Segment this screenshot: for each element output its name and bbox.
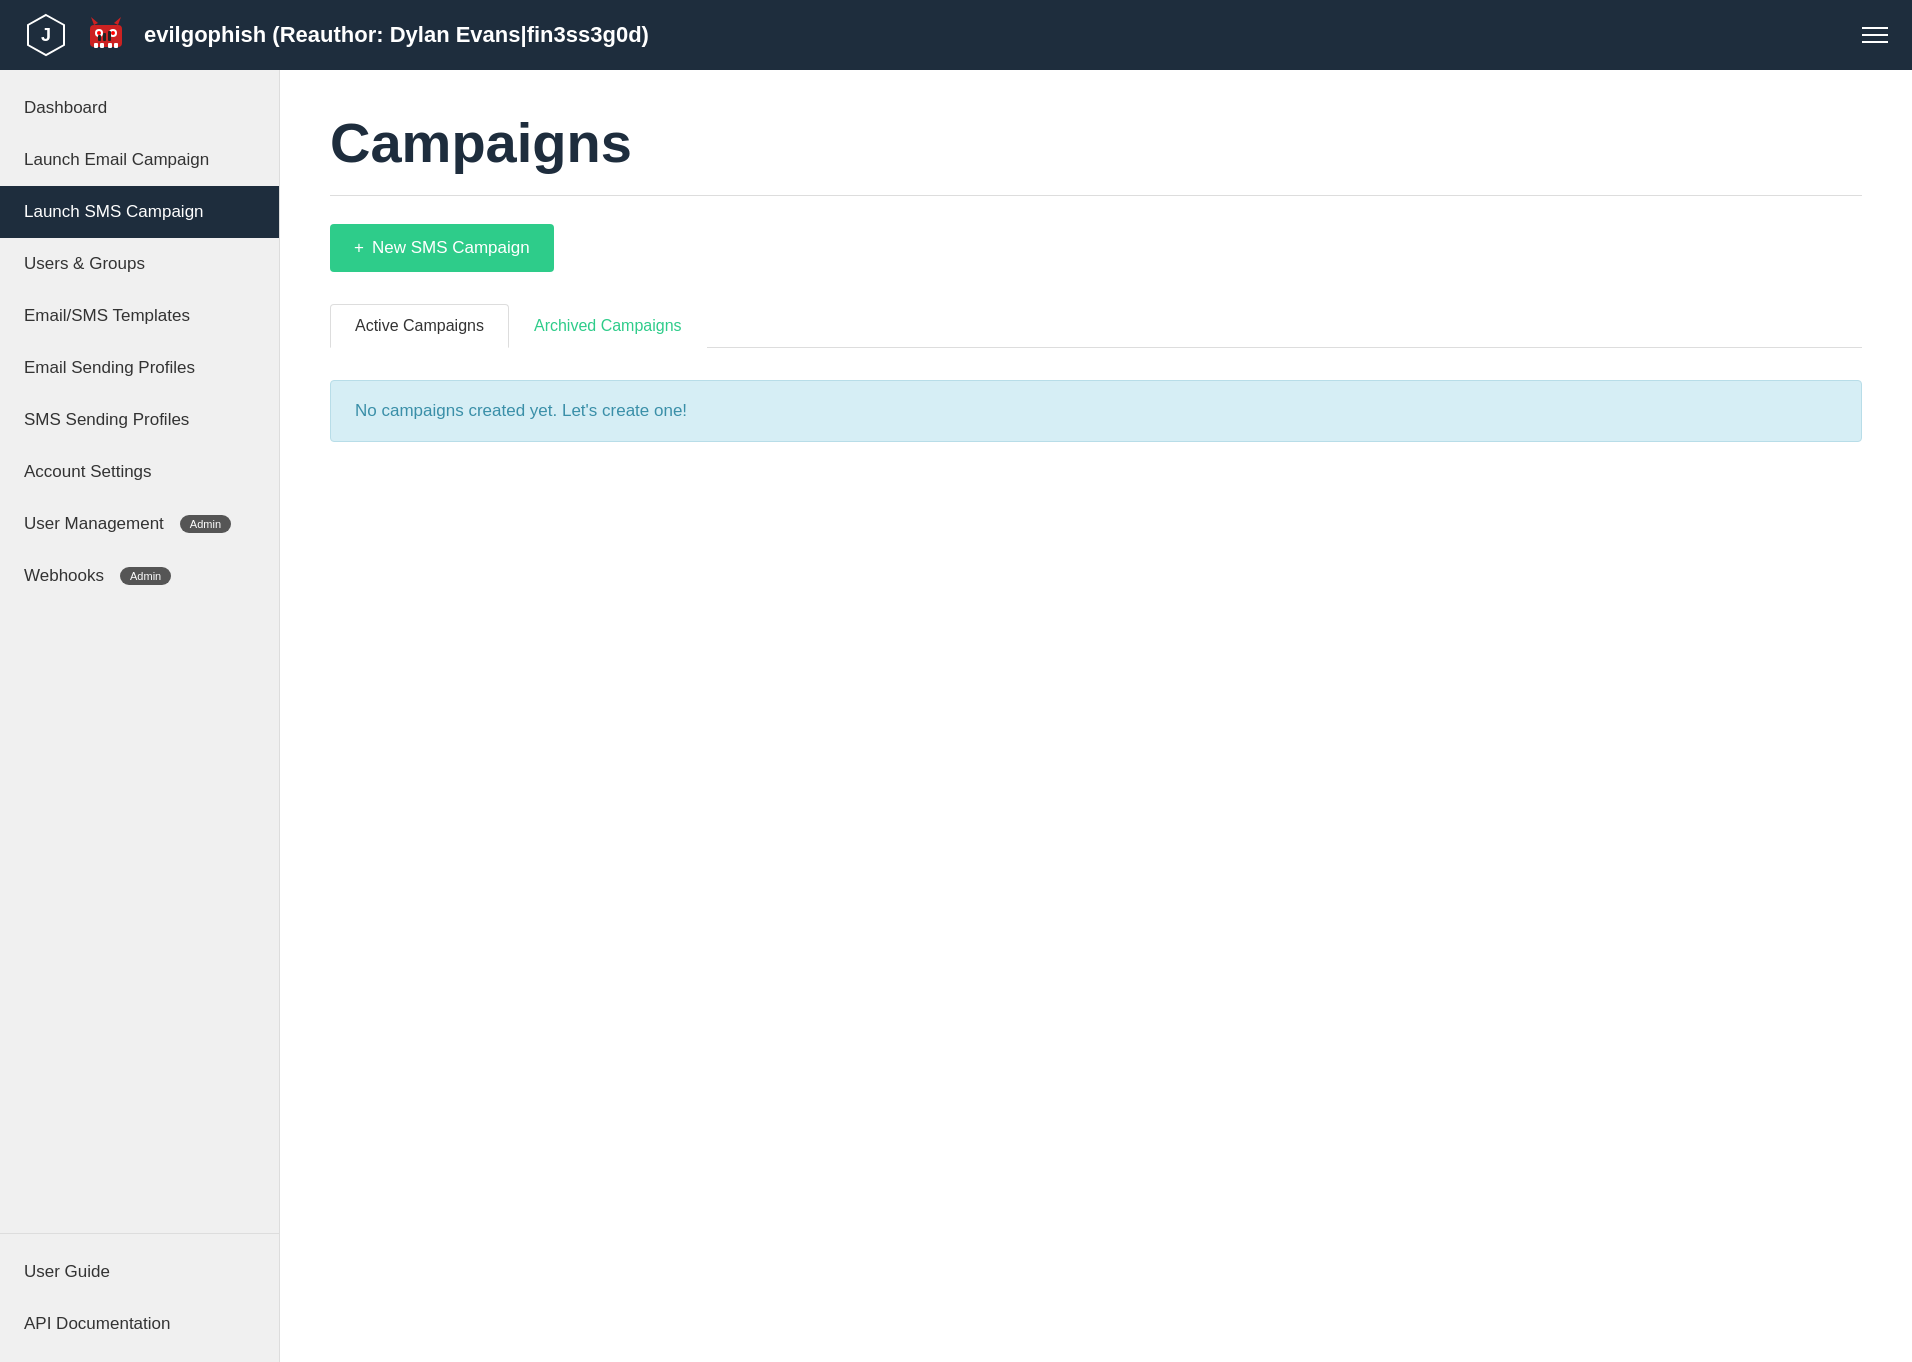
webhooks-badge: Admin bbox=[120, 567, 171, 585]
sidebar-item-label: API Documentation bbox=[24, 1314, 170, 1334]
hamburger-menu-icon[interactable] bbox=[1862, 27, 1888, 43]
sidebar-item-label: Users & Groups bbox=[24, 254, 145, 274]
svg-marker-8 bbox=[114, 17, 121, 25]
menu-bar-2 bbox=[1862, 34, 1888, 36]
sidebar-item-label: User Guide bbox=[24, 1262, 110, 1282]
svg-rect-13 bbox=[98, 35, 101, 41]
sidebar-item-launch-email-campaign[interactable]: Launch Email Campaign bbox=[0, 134, 279, 186]
sidebar-item-webhooks[interactable]: Webhooks Admin bbox=[0, 550, 279, 602]
sidebar-item-label: Webhooks bbox=[24, 566, 104, 586]
menu-bar-1 bbox=[1862, 27, 1888, 29]
sidebar-item-sms-sending-profiles[interactable]: SMS Sending Profiles bbox=[0, 394, 279, 446]
svg-rect-15 bbox=[108, 31, 111, 41]
sidebar-item-launch-sms-campaign[interactable]: Launch SMS Campaign bbox=[0, 186, 279, 238]
header-title: evilgophish (Reauthor: Dylan Evans|fin3s… bbox=[144, 22, 649, 48]
menu-bar-3 bbox=[1862, 41, 1888, 43]
monster-icon bbox=[84, 13, 128, 57]
tab-active-label: Active Campaigns bbox=[355, 317, 484, 334]
title-divider bbox=[330, 195, 1862, 196]
sidebar-item-account-settings[interactable]: Account Settings bbox=[0, 446, 279, 498]
tab-archived-campaigns[interactable]: Archived Campaigns bbox=[509, 304, 707, 348]
sidebar-item-email-sending-profiles[interactable]: Email Sending Profiles bbox=[0, 342, 279, 394]
empty-state-message: No campaigns created yet. Let's create o… bbox=[330, 380, 1862, 442]
sidebar-item-label: Email Sending Profiles bbox=[24, 358, 195, 378]
sidebar-item-label: Launch Email Campaign bbox=[24, 150, 209, 170]
sidebar-item-label: Email/SMS Templates bbox=[24, 306, 190, 326]
tab-active-campaigns[interactable]: Active Campaigns bbox=[330, 304, 509, 348]
svg-marker-7 bbox=[91, 17, 98, 25]
svg-rect-12 bbox=[114, 43, 118, 48]
sidebar-item-api-documentation[interactable]: API Documentation bbox=[0, 1298, 279, 1350]
svg-rect-9 bbox=[94, 43, 98, 48]
new-sms-campaign-label: New SMS Campaign bbox=[372, 238, 530, 258]
sidebar-footer: User Guide API Documentation bbox=[0, 1233, 279, 1362]
sidebar-nav: Dashboard Launch Email Campaign Launch S… bbox=[0, 70, 279, 1233]
sidebar-item-label: SMS Sending Profiles bbox=[24, 410, 189, 430]
svg-rect-11 bbox=[108, 43, 112, 48]
sidebar-item-users-groups[interactable]: Users & Groups bbox=[0, 238, 279, 290]
empty-state-text: No campaigns created yet. Let's create o… bbox=[355, 401, 687, 420]
sidebar-item-user-management[interactable]: User Management Admin bbox=[0, 498, 279, 550]
user-management-badge: Admin bbox=[180, 515, 231, 533]
app-header: J evilgophish (Reauthor: Dylan Evans|fin… bbox=[0, 0, 1912, 70]
svg-text:J: J bbox=[41, 25, 51, 45]
sidebar-item-email-sms-templates[interactable]: Email/SMS Templates bbox=[0, 290, 279, 342]
svg-rect-14 bbox=[103, 33, 106, 41]
plus-icon: + bbox=[354, 238, 364, 258]
svg-rect-10 bbox=[100, 43, 104, 48]
hex-logo-icon: J bbox=[24, 13, 68, 57]
svg-point-6 bbox=[111, 31, 115, 35]
sidebar-item-dashboard[interactable]: Dashboard bbox=[0, 82, 279, 134]
sidebar-item-label: Launch SMS Campaign bbox=[24, 202, 204, 222]
header-left: J evilgophish (Reauthor: Dylan Evans|fin… bbox=[24, 13, 649, 57]
sidebar-item-label: Dashboard bbox=[24, 98, 107, 118]
sidebar: Dashboard Launch Email Campaign Launch S… bbox=[0, 70, 280, 1362]
tab-archived-label: Archived Campaigns bbox=[534, 317, 682, 334]
sidebar-item-user-guide[interactable]: User Guide bbox=[0, 1246, 279, 1298]
campaign-tabs: Active Campaigns Archived Campaigns bbox=[330, 304, 1862, 348]
page-title: Campaigns bbox=[330, 110, 1862, 175]
new-sms-campaign-button[interactable]: + New SMS Campaign bbox=[330, 224, 554, 272]
main-content: Campaigns + New SMS Campaign Active Camp… bbox=[280, 70, 1912, 1362]
sidebar-item-label: User Management bbox=[24, 514, 164, 534]
svg-point-5 bbox=[97, 31, 101, 35]
sidebar-item-label: Account Settings bbox=[24, 462, 152, 482]
main-layout: Dashboard Launch Email Campaign Launch S… bbox=[0, 70, 1912, 1362]
